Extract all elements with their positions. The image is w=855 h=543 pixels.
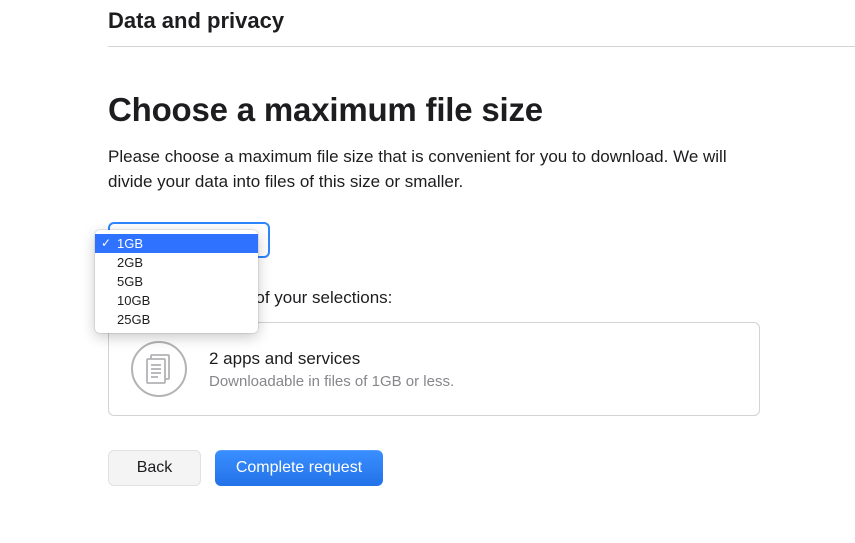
main-heading: Choose a maximum file size	[108, 91, 855, 129]
check-icon: ✓	[101, 236, 111, 250]
document-icon	[131, 341, 187, 397]
option-label: 10GB	[117, 293, 150, 308]
option-label: 2GB	[117, 255, 143, 270]
dropdown-option-5gb[interactable]: 5GB	[95, 272, 258, 291]
page-header: Data and privacy	[108, 0, 855, 47]
file-size-select[interactable]: ✓ 1GB 2GB 5GB 10GB 25GB	[108, 222, 270, 258]
button-row: Back Complete request	[108, 450, 855, 486]
dropdown-option-1gb[interactable]: ✓ 1GB	[95, 234, 258, 253]
option-label: 1GB	[117, 236, 143, 251]
option-label: 25GB	[117, 312, 150, 327]
description-text: Please choose a maximum file size that i…	[108, 145, 748, 194]
option-label: 5GB	[117, 274, 143, 289]
back-button[interactable]: Back	[108, 450, 201, 486]
summary-subtitle: Downloadable in files of 1GB or less.	[209, 373, 454, 390]
dropdown-option-10gb[interactable]: 10GB	[95, 291, 258, 310]
dropdown-option-25gb[interactable]: 25GB	[95, 310, 258, 329]
file-size-dropdown[interactable]: ✓ 1GB 2GB 5GB 10GB 25GB	[95, 230, 258, 333]
header-title: Data and privacy	[108, 8, 284, 33]
summary-title: 2 apps and services	[209, 349, 454, 369]
summary-card: 2 apps and services Downloadable in file…	[108, 322, 760, 416]
dropdown-option-2gb[interactable]: 2GB	[95, 253, 258, 272]
complete-request-button[interactable]: Complete request	[215, 450, 383, 486]
